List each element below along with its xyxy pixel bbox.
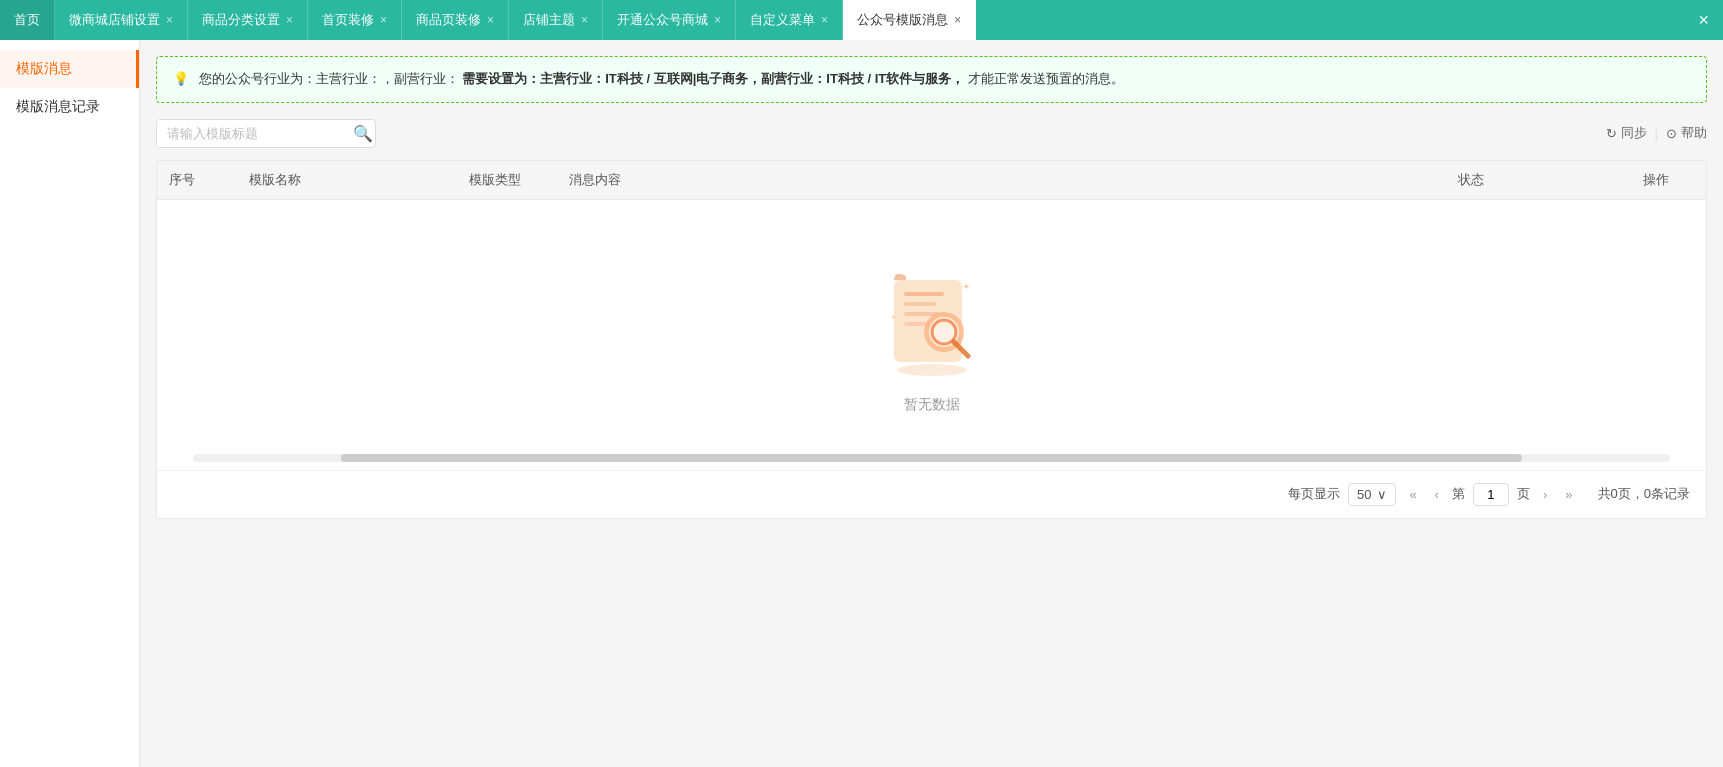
th-type: 模版类型 — [457, 161, 557, 199]
tab-homepage-close[interactable]: × — [380, 13, 387, 27]
empty-state: ✦ ✦ 暂无数据 — [157, 200, 1706, 454]
search-icon: 🔍 — [353, 125, 373, 142]
notice-prefix: 您的公众号行业为：主营行业：，副营行业： — [199, 71, 459, 86]
sync-label: 同步 — [1621, 124, 1647, 142]
notice-suffix: 才能正常发送预置的消息。 — [968, 71, 1124, 86]
sidebar-item-template-msg-label: 模版消息 — [16, 60, 72, 76]
svg-rect-2 — [904, 292, 944, 296]
last-page-button[interactable]: » — [1560, 485, 1577, 504]
th-index: 序号 — [157, 161, 237, 199]
tab-category-close[interactable]: × — [286, 13, 293, 27]
tab-bar: 首页 微商城店铺设置 × 商品分类设置 × 首页装修 × 商品页装修 × 店铺主… — [0, 0, 1723, 40]
page-size-chevron: ∨ — [1377, 487, 1387, 502]
page-size-label: 每页显示 — [1288, 485, 1340, 503]
tab-theme[interactable]: 店铺主题 × — [509, 0, 603, 40]
tab-theme-close[interactable]: × — [581, 13, 588, 27]
search-input[interactable] — [157, 120, 345, 147]
close-all-button[interactable]: × — [1684, 0, 1723, 40]
tab-weshop[interactable]: 微商城店铺设置 × — [55, 0, 188, 40]
tab-productpage-close[interactable]: × — [487, 13, 494, 27]
tab-mall[interactable]: 开通公众号商城 × — [603, 0, 736, 40]
sync-icon: ↻ — [1606, 126, 1617, 141]
svg-point-0 — [897, 364, 967, 376]
search-bar: 🔍 ↻ 同步 | ⊙ 帮助 — [156, 119, 1707, 148]
tab-template[interactable]: 公众号模版消息 × — [843, 0, 976, 40]
table-header: 序号 模版名称 模版类型 消息内容 状态 操作 — [157, 161, 1706, 200]
sync-button[interactable]: ↻ 同步 — [1606, 124, 1647, 142]
page-input[interactable] — [1473, 483, 1509, 506]
search-right: ↻ 同步 | ⊙ 帮助 — [1606, 124, 1707, 142]
tab-home-label: 首页 — [14, 11, 40, 29]
tab-template-close[interactable]: × — [954, 13, 961, 27]
notice-highlight: 需要设置为：主营行业：IT科技 / 互联网|电子商务，副营行业：IT科技 / I… — [462, 71, 964, 86]
tab-theme-label: 店铺主题 — [523, 11, 575, 29]
th-content: 消息内容 — [557, 161, 1446, 199]
search-button[interactable]: 🔍 — [345, 124, 376, 143]
page-size-value: 50 — [1357, 487, 1371, 502]
th-name: 模版名称 — [237, 161, 457, 199]
tab-mall-label: 开通公众号商城 — [617, 11, 708, 29]
tab-productpage-label: 商品页装修 — [416, 11, 481, 29]
next-page-button[interactable]: › — [1538, 485, 1552, 504]
prev-page-button[interactable]: ‹ — [1430, 485, 1444, 504]
tab-productpage[interactable]: 商品页装修 × — [402, 0, 509, 40]
tab-home[interactable]: 首页 — [0, 0, 55, 40]
tab-weshop-close[interactable]: × — [166, 13, 173, 27]
horizontal-scrollbar[interactable] — [193, 454, 1670, 462]
svg-rect-3 — [904, 302, 936, 306]
total-info: 共0页，0条记录 — [1598, 485, 1690, 503]
scrollbar-thumb[interactable] — [341, 454, 1523, 462]
sidebar-item-template-msg[interactable]: 模版消息 — [0, 50, 139, 88]
tab-mall-close[interactable]: × — [714, 13, 721, 27]
th-action: 操作 — [1606, 161, 1706, 199]
content-area: 💡 您的公众号行业为：主营行业：，副营行业： 需要设置为：主营行业：IT科技 /… — [140, 40, 1723, 767]
page-size-select[interactable]: 50 ∨ — [1348, 483, 1396, 506]
empty-text: 暂无数据 — [904, 396, 960, 414]
page-end: 页 — [1517, 485, 1530, 503]
empty-illustration: ✦ ✦ — [872, 260, 992, 380]
search-left: 🔍 — [156, 119, 376, 148]
help-button[interactable]: ⊙ 帮助 — [1666, 124, 1707, 142]
sidebar-item-template-record[interactable]: 模版消息记录 — [0, 88, 139, 126]
tab-weshop-label: 微商城店铺设置 — [69, 11, 160, 29]
first-page-button[interactable]: « — [1404, 485, 1421, 504]
sidebar-item-template-record-label: 模版消息记录 — [16, 98, 100, 114]
tab-homepage-label: 首页装修 — [322, 11, 374, 29]
help-icon: ⊙ — [1666, 126, 1677, 141]
tab-custommenu[interactable]: 自定义菜单 × — [736, 0, 843, 40]
tab-category-label: 商品分类设置 — [202, 11, 280, 29]
tab-template-label: 公众号模版消息 — [857, 11, 948, 29]
pagination: 每页显示 50 ∨ « ‹ 第 页 › » 共0页，0条记录 — [157, 470, 1706, 518]
tab-category[interactable]: 商品分类设置 × — [188, 0, 308, 40]
th-status: 状态 — [1446, 161, 1606, 199]
tab-custommenu-close[interactable]: × — [821, 13, 828, 27]
search-input-wrap: 🔍 — [156, 119, 376, 148]
svg-text:✦: ✦ — [962, 281, 970, 292]
notice-banner: 💡 您的公众号行业为：主营行业：，副营行业： 需要设置为：主营行业：IT科技 /… — [156, 56, 1707, 103]
tab-homepage[interactable]: 首页装修 × — [308, 0, 402, 40]
divider: | — [1655, 126, 1658, 141]
notice-icon: 💡 — [173, 71, 189, 86]
sidebar: 模版消息 模版消息记录 — [0, 40, 140, 767]
data-table: 序号 模版名称 模版类型 消息内容 状态 操作 — [156, 160, 1707, 519]
page-word: 第 — [1452, 485, 1465, 503]
main-layout: 模版消息 模版消息记录 💡 您的公众号行业为：主营行业：，副营行业： 需要设置为… — [0, 40, 1723, 767]
help-label: 帮助 — [1681, 124, 1707, 142]
tab-custommenu-label: 自定义菜单 — [750, 11, 815, 29]
svg-text:✦: ✦ — [890, 313, 897, 322]
